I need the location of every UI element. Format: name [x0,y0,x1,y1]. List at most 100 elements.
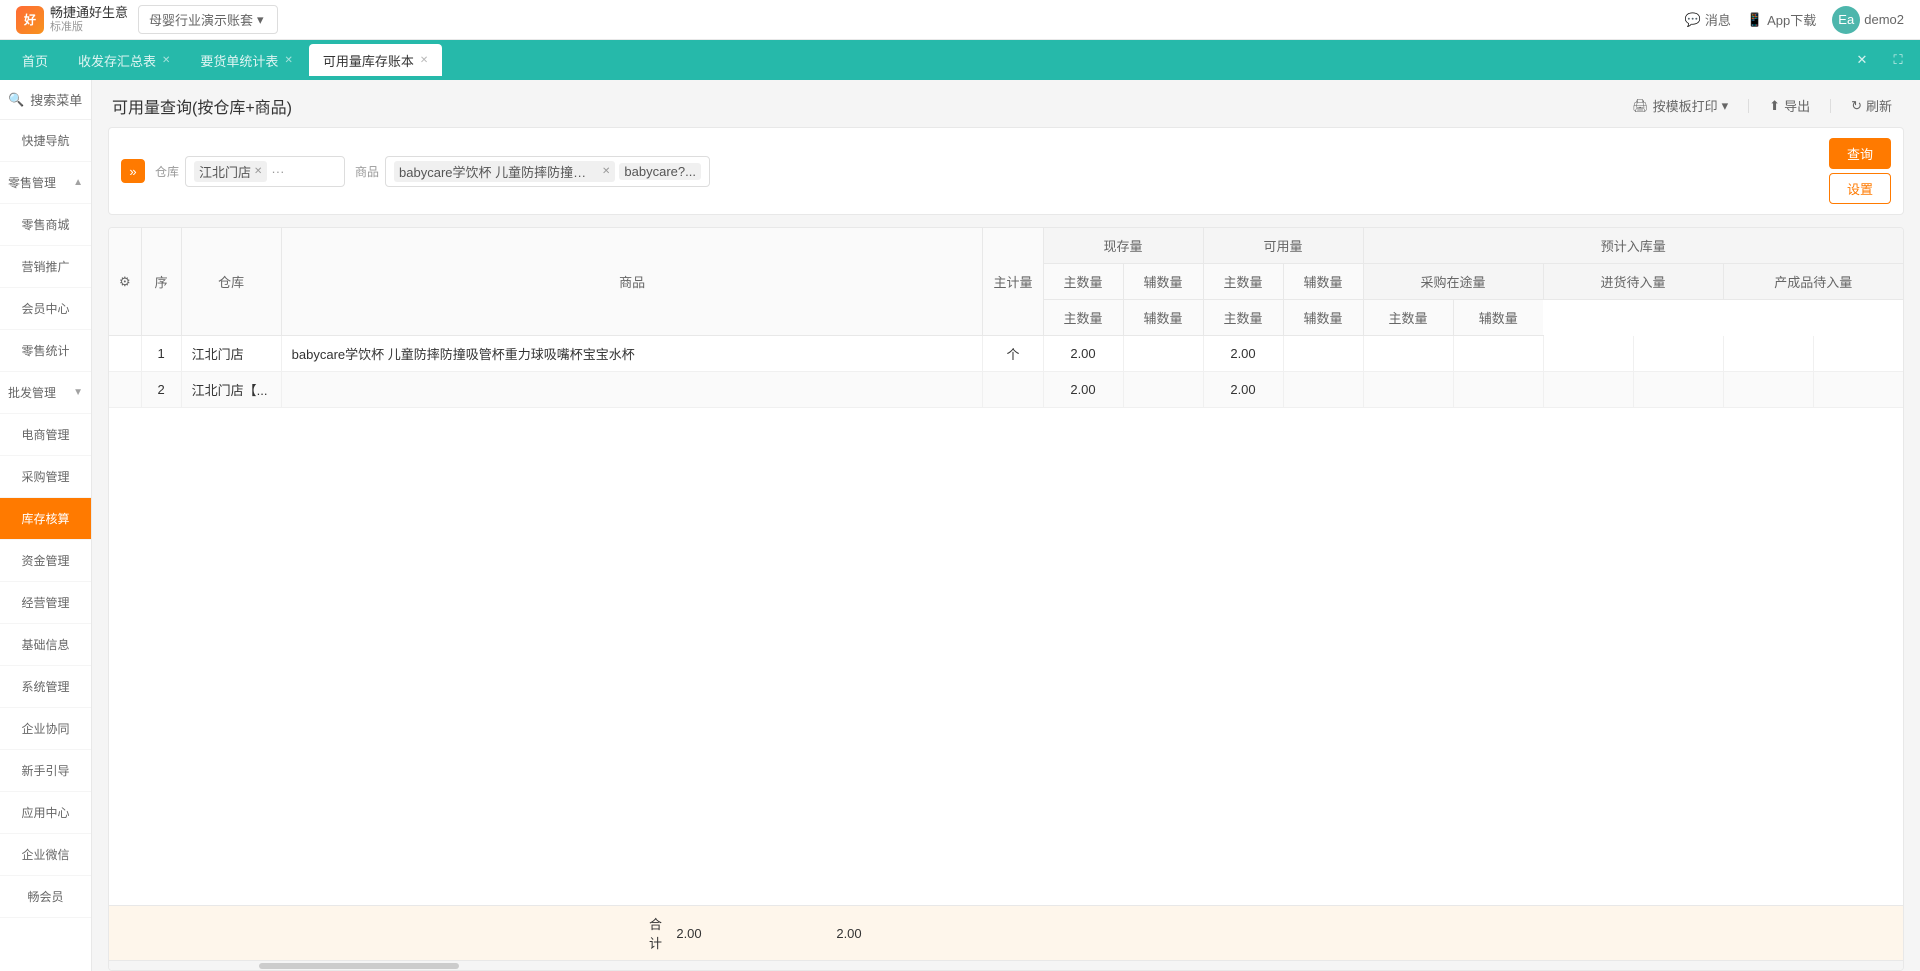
warehouse-tag-close[interactable]: ✕ [254,166,262,177]
row2-stock-main: 2.00 [1043,372,1123,408]
th-g-aux: 辅数量 [1283,300,1363,336]
sidebar-item-member[interactable]: 畅会员 [0,876,91,918]
th-avail-main-text: 主数量 [1223,275,1262,290]
nav-close-all-btn[interactable]: ✕ [1848,46,1876,74]
product-tag-text-0: babycare学饮杯 儿童防摔防撞吸管杯重力球吸嘴杯宝宝水杯 [399,162,599,181]
top-bar-right: 💬 消息 📱 App下载 Ea demo2 [1685,6,1904,34]
tab-home[interactable]: 首页 [8,44,62,76]
export-icon: ⬆ [1769,98,1780,114]
row1-stock-main: 2.00 [1043,336,1123,372]
tab-receivable[interactable]: 收发存汇总表 ✕ [64,44,184,76]
sidebar-item-wholesale[interactable]: 批发管理 ▼ [0,372,91,414]
user-area[interactable]: Ea demo2 [1832,6,1904,34]
row2-product [281,372,983,408]
summary-avail-total: 2.00 [809,926,889,941]
sidebar-item-enterprise-wechat[interactable]: 企业微信 [0,834,91,876]
summary-row: 合计 2.00 2.00 [109,905,1903,960]
sidebar-item-new-user[interactable]: 新手引导 [0,750,91,792]
summary-label: 合计 [119,914,649,952]
nav-expand-btn[interactable]: ⛶ [1884,46,1912,74]
filter-more-dots[interactable]: ··· [271,164,284,179]
tab-available-inventory-close[interactable]: ✕ [420,55,428,66]
scroll-bar[interactable] [109,960,1903,970]
product-tag-1: babycare?... [619,163,701,180]
avatar: Ea [1832,6,1860,34]
warehouse-tag-text: 江北门店 [199,162,251,181]
tab-available-inventory-label: 可用量库存账本 [323,51,414,70]
tab-receivable-close[interactable]: ✕ [162,55,170,66]
sidebar-item-member-center[interactable]: 会员中心 [0,288,91,330]
row1-goods-aux [1633,336,1723,372]
warehouse-tags-input[interactable]: 江北门店 ✕ ··· [185,156,345,187]
table-wrapper[interactable]: ⚙ 序 仓库 商品 主计量 现存量 可用量 预计入库量 主数量 辅数量 [109,228,1903,905]
sidebar-item-finance[interactable]: 资金管理 [0,540,91,582]
message-btn[interactable]: 💬 消息 [1685,10,1731,29]
print-icon: 🖨 [1632,98,1649,114]
sidebar-item-ecommerce[interactable]: 电商管理 [0,414,91,456]
sidebar-item-enterprise[interactable]: 企业协同 [0,708,91,750]
row1-purchase-aux [1453,336,1543,372]
member-label: 畅会员 [27,888,63,905]
sidebar-search[interactable]: 🔍 搜索菜单 [0,80,91,120]
warehouse-tag-0: 江北门店 ✕ [194,161,267,182]
gear-header[interactable]: ⚙ [109,228,141,336]
th-number-text: 序 [155,275,168,290]
sidebar-item-basic-info[interactable]: 基础信息 [0,624,91,666]
table-body: 1 江北门店 babycare学饮杯 儿童防摔防撞吸管杯重力球吸嘴杯宝宝水杯 个… [109,336,1903,408]
sidebar-item-marketing[interactable]: 营销推广 [0,246,91,288]
row1-product: babycare学饮杯 儿童防摔防撞吸管杯重力球吸嘴杯宝宝水杯 [281,336,983,372]
row2-unit [983,372,1043,408]
refresh-btn[interactable]: ↻ 刷新 [1843,92,1900,119]
filter-expand-btn[interactable]: » [121,159,145,183]
row1-unit: 个 [983,336,1043,372]
th-p-aux-text: 辅数量 [1143,311,1182,326]
sidebar-item-retail-stats[interactable]: 零售统计 [0,330,91,372]
th-product-text: 商品 [619,275,645,290]
sidebar-item-operations[interactable]: 经营管理 [0,582,91,624]
th-p-aux: 辅数量 [1123,300,1203,336]
chevron-print-icon: ▾ [1722,98,1729,114]
product-tag-0-close[interactable]: ✕ [602,166,610,177]
sidebar-search-label: 搜索菜单 [30,90,82,109]
sidebar-item-app-center[interactable]: 应用中心 [0,792,91,834]
query-button[interactable]: 查询 [1829,138,1891,169]
industry-selector[interactable]: 母婴行业演示账套 ▾ [138,5,278,34]
tab-order-summary-close[interactable]: ✕ [284,55,292,66]
th-stock-main-text: 主数量 [1063,275,1102,290]
th-purchase-transit-text: 采购在途量 [1420,275,1485,290]
tab-available-inventory[interactable]: 可用量库存账本 ✕ [309,44,442,76]
th-goods-pending-text: 进货待入量 [1600,275,1665,290]
tab-order-summary[interactable]: 要货单统计表 ✕ [186,44,306,76]
th-warehouse-text: 仓库 [218,275,244,290]
page-header-actions: 🖨 按模板打印 ▾ ⬆ 导出 ↻ 刷新 [1624,92,1900,119]
content-area: 可用量查询(按仓库+商品) 🖨 按模板打印 ▾ ⬆ 导出 ↻ 刷新 [92,80,1920,971]
app-download-btn[interactable]: 📱 App下载 [1747,10,1816,29]
row1-warehouse: 江北门店 [181,336,281,372]
table-section: ⚙ 序 仓库 商品 主计量 现存量 可用量 预计入库量 主数量 辅数量 [108,227,1904,971]
scroll-thumb[interactable] [259,963,459,969]
sidebar-item-purchase[interactable]: 采购管理 [0,456,91,498]
settings-button[interactable]: 设置 [1829,173,1891,204]
row2-gear [109,372,141,408]
print-btn[interactable]: 🖨 按模板打印 ▾ [1624,92,1736,119]
table-header-row-1: ⚙ 序 仓库 商品 主计量 现存量 可用量 预计入库量 [109,228,1903,264]
system-label: 系统管理 [21,678,69,695]
row2-purchase-main [1363,372,1453,408]
sidebar-item-retail-mgmt[interactable]: 零售管理 ▲ [0,162,91,204]
th-purchase-transit: 采购在途量 [1363,264,1543,300]
summary-values: 2.00 2.00 [649,926,1893,941]
chevron-down-icon: ▾ [257,12,264,28]
summary-stock-total: 2.00 [649,926,729,941]
product-tags-input[interactable]: babycare学饮杯 儿童防摔防撞吸管杯重力球吸嘴杯宝宝水杯 ✕ babyca… [385,156,710,187]
retail-mgmt-label: 零售管理 [8,174,56,191]
sidebar-item-system[interactable]: 系统管理 [0,666,91,708]
sidebar-item-inventory[interactable]: 库存核算 [0,498,91,540]
member-center-label: 会员中心 [21,300,69,317]
filter-section: » 仓库 江北门店 ✕ ··· 商品 babycare学饮杯 儿童防摔防撞吸管杯… [108,127,1904,215]
export-btn[interactable]: ⬆ 导出 [1761,92,1818,119]
row1-avail-aux [1283,336,1363,372]
sidebar-item-quick-nav[interactable]: 快捷导航 [0,120,91,162]
sidebar-item-retail-mall[interactable]: 零售商城 [0,204,91,246]
row2-finished-aux [1813,372,1903,408]
th-g-main: 主数量 [1203,300,1283,336]
